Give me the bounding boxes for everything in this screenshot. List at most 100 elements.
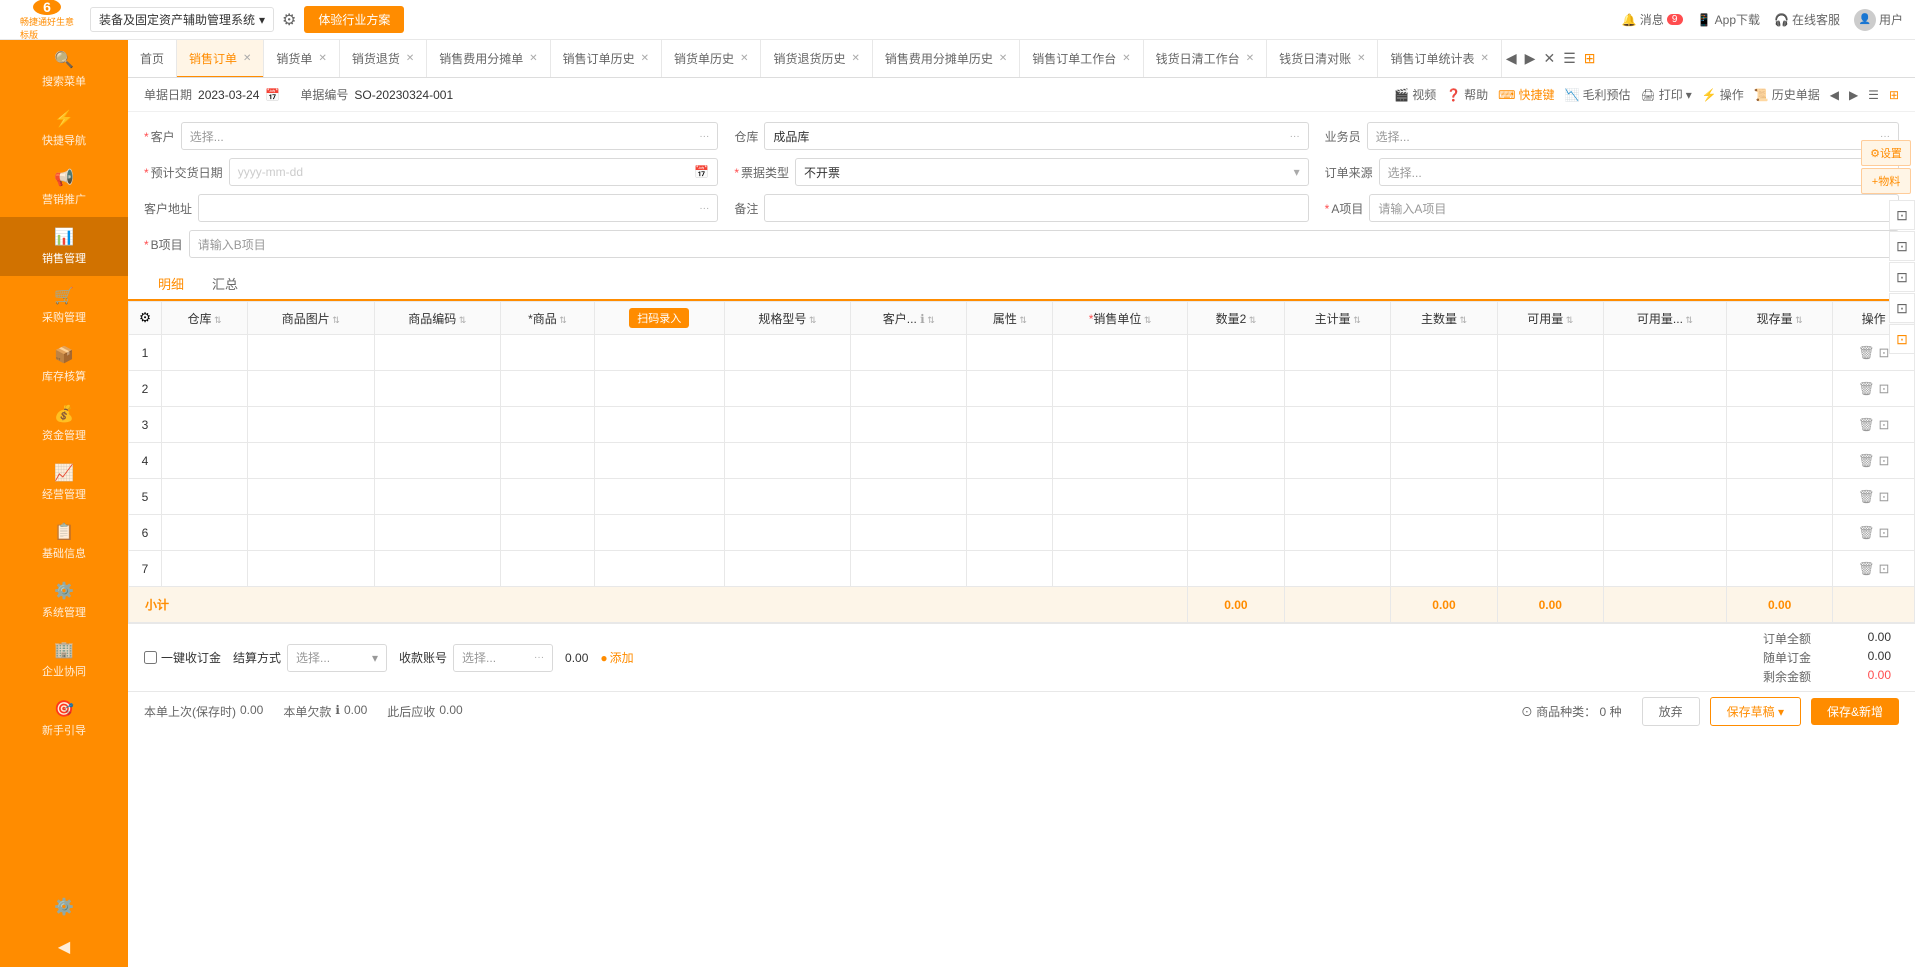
right-float-btn-2[interactable]: ⊡ [1889,231,1915,261]
address-input[interactable]: ··· [198,194,718,222]
tab-nav-close-all[interactable]: ✕ [1539,50,1559,67]
tab-nav-next[interactable]: ▶ [1521,50,1540,67]
ticket-type-select[interactable]: 不开票 ▾ [795,158,1309,186]
tab-sales-return[interactable]: 销货单 ✕ [264,40,339,78]
sidebar-item-quick-nav[interactable]: ⚡ 快捷导航 [0,99,128,158]
tab-home[interactable]: 首页 [128,40,177,78]
sidebar-item-finance[interactable]: 💰 资金管理 [0,394,128,453]
delivery-date-input[interactable]: yyyy-mm-dd 📅 [229,158,719,186]
remark-input[interactable] [764,194,1308,222]
tab-cash-daily-close[interactable]: ✕ [1246,53,1254,64]
row-copy-icon[interactable]: ⊡ [1878,417,1889,433]
bank-account-select[interactable]: 选择... ··· [453,644,553,672]
scan-button[interactable]: 扫码录入 [629,308,689,328]
tab-sales-order[interactable]: 销售订单 ✕ [177,40,264,78]
tab-sales-history-close[interactable]: ✕ [641,53,649,64]
col-spec[interactable]: 规格型号 [724,302,851,335]
payment-method-select[interactable]: 选择... ▾ [287,644,387,672]
col-image[interactable]: 商品图片 [248,302,375,335]
tab-cash-reconcile-close[interactable]: ✕ [1357,53,1365,64]
col-main-unit[interactable]: 主计量 [1285,302,1391,335]
help-btn[interactable]: ❓ 帮助 [1446,86,1488,103]
tab-sales-order-close[interactable]: ✕ [243,53,251,64]
row-copy-icon[interactable]: ⊡ [1878,489,1889,505]
right-float-btn-3[interactable]: ⊡ [1889,262,1915,292]
discard-button[interactable]: 放弃 [1642,697,1700,726]
tab-sales-refund[interactable]: 销货退货 ✕ [340,40,427,78]
add-material-button[interactable]: +物料 [1861,168,1911,194]
customer-input[interactable]: 选择... ··· [181,122,719,150]
view-btn[interactable]: 🎬 视频 [1394,86,1436,103]
right-float-btn-1[interactable]: ⊡ [1889,200,1915,230]
shortcuts-btn[interactable]: ⌨ 快捷键 [1498,86,1554,103]
tab-sales-stats[interactable]: 销售订单统计表 ✕ [1378,40,1501,78]
tab-sales-return-close[interactable]: ✕ [318,53,326,64]
tab-nav-prev[interactable]: ◀ [1502,50,1521,67]
tab-fee-history-close[interactable]: ✕ [999,53,1007,64]
print-btn[interactable]: 🖨 打印 ▾ [1640,86,1691,103]
sidebar-item-operations[interactable]: 📈 经营管理 [0,453,128,512]
online-support-button[interactable]: 🎧 在线客服 [1774,11,1840,28]
row-delete-icon[interactable]: 🗑 [1858,345,1875,361]
col-sku-code[interactable]: 商品编码 [374,302,501,335]
salesperson-input[interactable]: 选择... ··· [1367,122,1899,150]
sidebar-item-base-info[interactable]: 📋 基础信息 [0,512,128,571]
history-btn[interactable]: 📜 历史单据 [1754,86,1820,103]
row-copy-icon[interactable]: ⊡ [1878,345,1889,361]
app-download-button[interactable]: 📱 App下载 [1697,11,1760,28]
tab-refund-history[interactable]: 销货退货历史 ✕ [761,40,872,78]
one-click-checkbox[interactable] [144,651,157,664]
row-copy-icon[interactable]: ⊡ [1878,525,1889,541]
save-draft-button[interactable]: 保存草稿 ▾ [1710,697,1801,726]
profit-btn[interactable]: 📉 毛利预估 [1565,86,1631,103]
save-new-button[interactable]: 保存&新增 [1811,698,1899,725]
b-project-input[interactable]: 请输入B项目 [189,230,1899,258]
col-customer-no[interactable]: 客户... ℹ [851,302,967,335]
tab-sales-refund-close[interactable]: ✕ [406,53,414,64]
settings-icon[interactable]: ⚙ [282,10,296,30]
row-copy-icon[interactable]: ⊡ [1878,381,1889,397]
order-source-input[interactable]: 选择... ▾ [1379,158,1899,186]
sidebar-item-enterprise[interactable]: 🏢 企业协同 [0,630,128,689]
col-warehouse[interactable]: 仓库 [161,302,247,335]
col-settings[interactable]: ⚙ [129,302,162,335]
operations-btn[interactable]: ⚡ 操作 [1702,86,1744,103]
column-settings-button[interactable]: ⚙ [137,308,153,328]
nav-prev-btn[interactable]: ◀ [1830,88,1839,102]
nav-next-btn[interactable]: ▶ [1849,88,1858,102]
right-float-btn-4[interactable]: ⊡ [1889,293,1915,323]
tab-fee-history[interactable]: 销售费用分摊单历史 ✕ [873,40,1020,78]
list-view-btn[interactable]: ☰ [1868,88,1879,102]
row-delete-icon[interactable]: 🗑 [1858,561,1875,577]
tab-cash-daily[interactable]: 钱货日清工作台 ✕ [1144,40,1267,78]
sidebar-collapse-button[interactable]: ◀ [0,927,128,967]
sidebar-item-system[interactable]: ⚙️ 系统管理 [0,571,128,630]
col-available[interactable]: 可用量 [1497,302,1603,335]
row-copy-icon[interactable]: ⊡ [1878,561,1889,577]
tab-summary[interactable]: 汇总 [198,268,252,299]
tab-sales-fee-close[interactable]: ✕ [529,53,537,64]
col-attribute[interactable]: 属性 [967,302,1053,335]
tab-sales-workbench-close[interactable]: ✕ [1122,53,1130,64]
tab-refund-history-close[interactable]: ✕ [851,53,859,64]
grid-view-btn[interactable]: ⊞ [1889,88,1899,102]
calendar-icon[interactable]: 📅 [265,88,280,102]
row-delete-icon[interactable]: 🗑 [1858,489,1875,505]
app-name-selector[interactable]: 装备及固定资产辅助管理系统 ▾ [90,7,274,32]
warehouse-input[interactable]: 成品库 ··· [764,122,1308,150]
sidebar-item-purchase[interactable]: 🛒 采购管理 [0,276,128,335]
tab-sales-history[interactable]: 销售订单历史 ✕ [551,40,662,78]
sidebar-item-marketing[interactable]: 📢 营销推广 [0,158,128,217]
tab-sales-fee[interactable]: 销售费用分摊单 ✕ [427,40,550,78]
tab-cash-reconcile[interactable]: 钱货日清对账 ✕ [1267,40,1378,78]
sidebar-item-sales[interactable]: 📊 销售管理 [0,217,128,276]
tab-detail[interactable]: 明细 [144,268,198,301]
sidebar-settings-button[interactable]: ⚙️ [0,887,128,927]
sidebar-item-search[interactable]: 🔍 搜索菜单 [0,40,128,99]
tab-sales-stats-close[interactable]: ✕ [1481,53,1489,64]
tab-nav-expand[interactable]: ⊞ [1580,50,1600,67]
col-qty2[interactable]: 数量2 [1187,302,1284,335]
tab-nav-menu[interactable]: ☰ [1559,50,1580,67]
tab-return-history-close[interactable]: ✕ [740,53,748,64]
tab-return-history[interactable]: 销货单历史 ✕ [662,40,761,78]
